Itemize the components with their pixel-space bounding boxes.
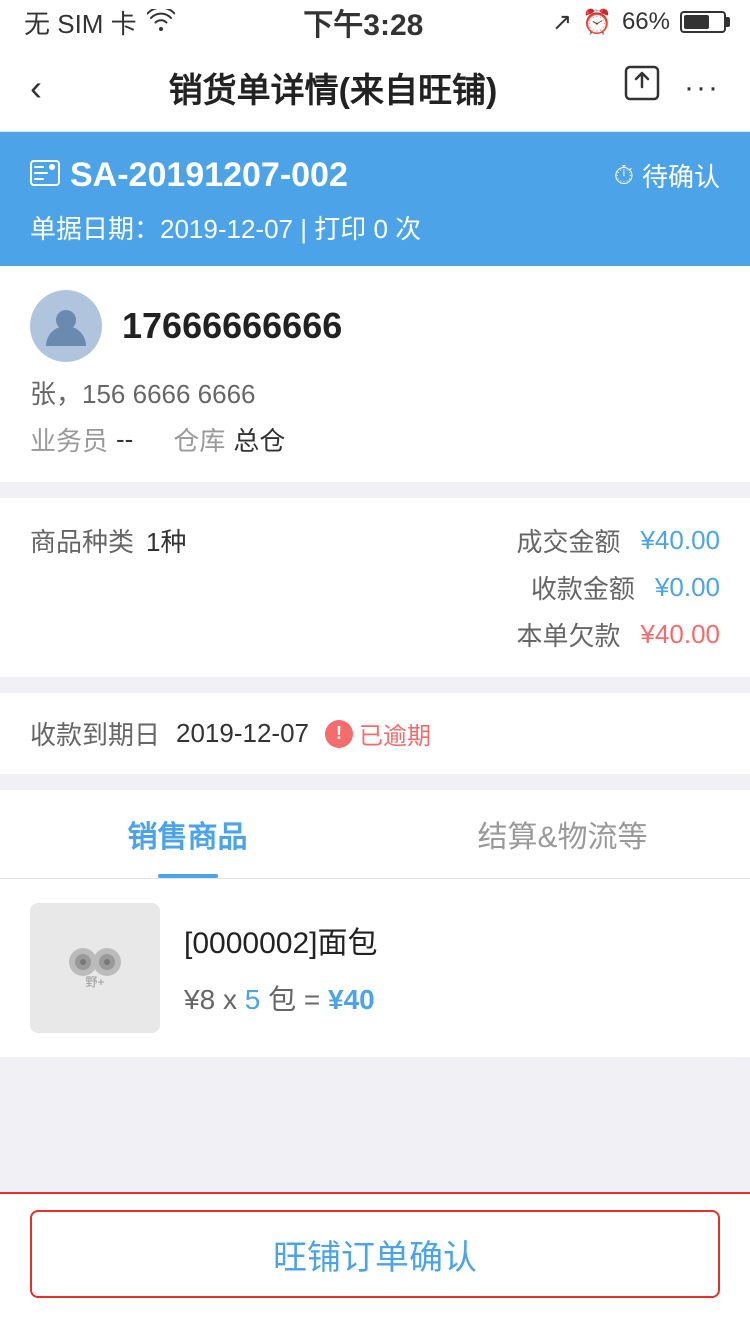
due-date-value: 2019-12-07	[176, 718, 309, 749]
nav-actions: ···	[624, 65, 720, 110]
overdue-text: 已逾期	[359, 716, 431, 751]
battery-label: 66%	[622, 8, 670, 36]
order-id-text: SA-20191207-002	[70, 156, 348, 195]
received-label: 收款金额	[531, 569, 635, 606]
summary-right: 成交金额 ¥40.00 收款金额 ¥0.00 本单欠款 ¥40.00	[516, 522, 720, 653]
product-unit: 包	[268, 984, 296, 1015]
avatar	[30, 290, 102, 362]
order-id: SA-20191207-002	[30, 156, 348, 195]
battery-icon	[680, 11, 726, 33]
sales-label: 业务员	[30, 421, 108, 458]
product-info: [0000002]面包 ¥8 x 5 包 = ¥40	[184, 918, 720, 1018]
order-date-info: 单据日期：2019-12-07 | 打印 0 次	[30, 209, 720, 246]
received-value: ¥0.00	[655, 572, 720, 603]
customer-card: 17666666666 张，156 6666 6666 业务员 -- 仓库 总仓	[0, 266, 750, 482]
more-button[interactable]: ···	[684, 71, 720, 105]
tabs: 销售商品 结算&物流等	[0, 790, 750, 879]
product-logo-icon: 野+	[55, 932, 135, 1004]
summary-card: 商品种类 1种 成交金额 ¥40.00 收款金额 ¥0.00 本单欠款 ¥40.…	[0, 498, 750, 677]
amount-value: ¥40.00	[640, 525, 720, 556]
page-title: 销货单详情(来自旺铺)	[169, 63, 498, 112]
product-qty: 5	[245, 984, 261, 1015]
status-clock-icon: ⏱	[614, 160, 634, 192]
summary-left: 商品种类 1种	[30, 522, 186, 559]
due-date-card: 收款到期日 2019-12-07 ! 已逾期	[0, 693, 750, 774]
customer-top: 17666666666	[30, 290, 720, 362]
overdue-badge: ! 已逾期	[325, 716, 431, 751]
equals-sign: =	[304, 984, 328, 1015]
type-label: 商品种类	[30, 522, 134, 559]
date-label: 单据日期：	[30, 214, 160, 244]
order-header-top: SA-20191207-002 ⏱ 待确认	[30, 156, 720, 195]
wifi-icon	[147, 7, 175, 38]
multiply-sign: x	[223, 984, 245, 1015]
svg-text:野+: 野+	[85, 975, 104, 989]
tab-sales-label: 销售商品	[128, 812, 248, 856]
carrier-label: 无 SIM 卡	[24, 4, 137, 41]
received-row: 收款金额 ¥0.00	[531, 569, 720, 606]
debt-label: 本单欠款	[516, 616, 620, 653]
customer-meta: 业务员 -- 仓库 总仓	[30, 421, 720, 458]
date-separator: |	[300, 214, 307, 244]
location-icon: ↗	[552, 8, 572, 37]
tab-sales[interactable]: 销售商品	[0, 790, 375, 878]
product-code: [0000002]	[184, 927, 317, 960]
bottom-action: 旺铺订单确认	[0, 1192, 750, 1334]
status-left: 无 SIM 卡	[24, 4, 175, 41]
sales-value: --	[116, 424, 133, 455]
share-button[interactable]	[624, 65, 660, 110]
customer-phone: 17666666666	[122, 305, 342, 347]
tab-settle-label: 结算&物流等	[477, 812, 647, 856]
confirm-button[interactable]: 旺铺订单确认	[30, 1210, 720, 1298]
print-info: 打印 0 次	[314, 214, 421, 244]
product-image: 野+	[30, 903, 160, 1033]
status-bar: 无 SIM 卡 下午3:28 ↗ ⏰ 66%	[0, 0, 750, 44]
product-section: 野+ [0000002]面包 ¥8 x 5 包 = ¥40	[0, 879, 750, 1058]
date-value: 2019-12-07	[160, 214, 293, 244]
amount-label: 成交金额	[516, 522, 620, 559]
amount-row: 成交金额 ¥40.00	[516, 522, 720, 559]
order-header: SA-20191207-002 ⏱ 待确认 单据日期：2019-12-07 | …	[0, 132, 750, 266]
warehouse-value: 总仓	[233, 421, 285, 458]
due-date-label: 收款到期日	[30, 715, 160, 752]
warehouse-label: 仓库	[173, 421, 225, 458]
status-text: 待确认	[642, 157, 720, 194]
nav-bar: ‹ 销货单详情(来自旺铺) ···	[0, 44, 750, 132]
order-id-icon	[30, 156, 60, 195]
back-button[interactable]: ‹	[30, 67, 42, 109]
debt-row: 本单欠款 ¥40.00	[516, 616, 720, 653]
product-name: [0000002]面包	[184, 918, 720, 962]
product-price-row: ¥8 x 5 包 = ¥40	[184, 978, 720, 1018]
warehouse-meta: 仓库 总仓	[173, 421, 285, 458]
product-display-name: 面包	[317, 927, 377, 960]
overdue-icon: !	[325, 720, 353, 748]
tab-settle[interactable]: 结算&物流等	[375, 790, 750, 878]
type-value: 1种	[146, 522, 186, 559]
debt-value: ¥40.00	[640, 619, 720, 650]
product-type-row: 商品种类 1种	[30, 522, 186, 559]
status-right: ↗ ⏰ 66%	[552, 8, 726, 37]
alarm-icon: ⏰	[582, 8, 612, 37]
customer-info: 张，156 6666 6666	[30, 374, 720, 411]
product-item: 野+ [0000002]面包 ¥8 x 5 包 = ¥40	[0, 879, 750, 1058]
status-time: 下午3:28	[303, 0, 423, 44]
order-status: ⏱ 待确认	[614, 157, 720, 194]
sales-meta: 业务员 --	[30, 421, 133, 458]
product-total: ¥40	[328, 984, 375, 1015]
product-price: ¥8	[184, 984, 215, 1015]
